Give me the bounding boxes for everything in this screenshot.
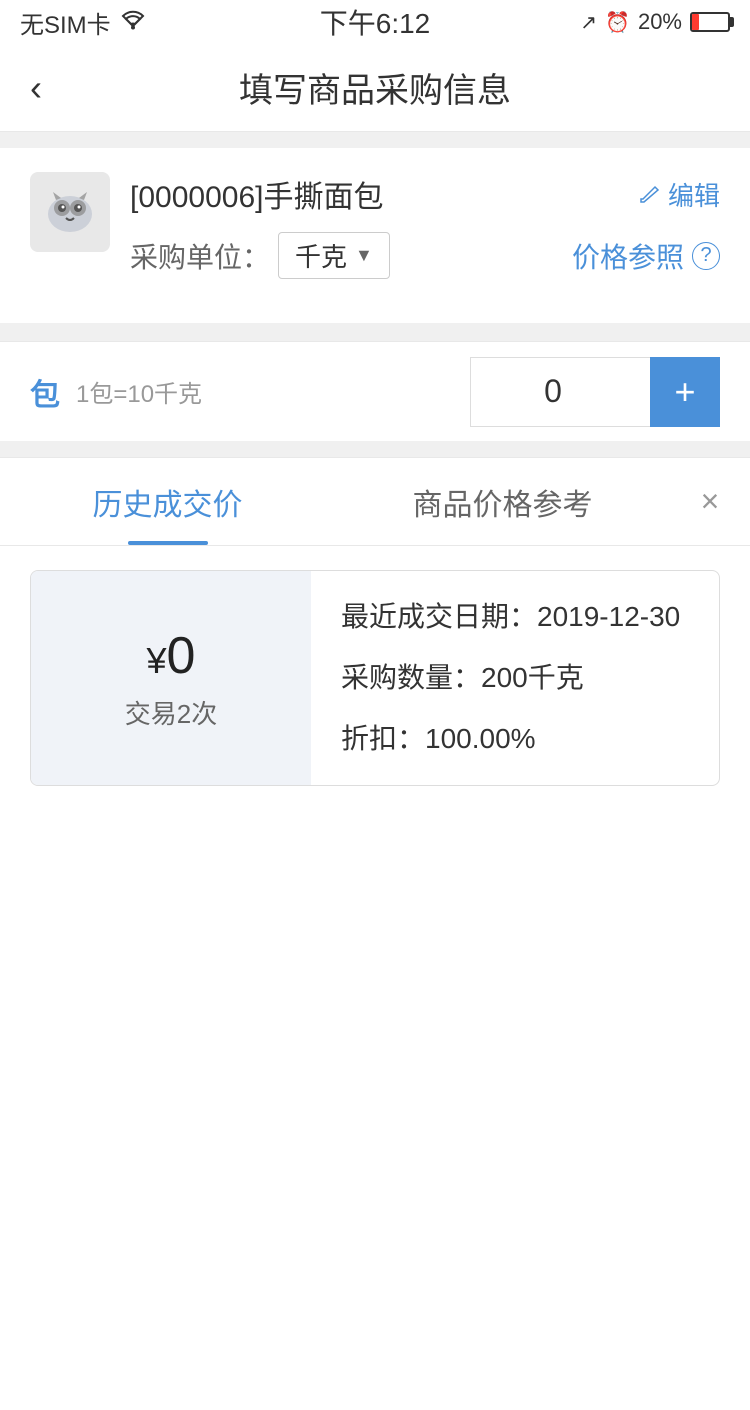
quantity-section: 包 1包=10千克 + — [0, 341, 750, 441]
product-section: [0000006]手撕面包 编辑 采购单位： 千克 价格参照 — [0, 148, 750, 323]
price-left-panel: ¥0 交易2次 — [31, 571, 311, 785]
status-bar: 无SIM卡 下午6:12 ↗ ⏰ 20% — [0, 0, 750, 44]
quantity-input[interactable] — [470, 357, 650, 427]
price-reference-button[interactable]: 价格参照 ? — [572, 236, 720, 276]
edit-button[interactable]: 编辑 — [640, 176, 720, 213]
unit-select[interactable]: 千克 — [278, 232, 390, 279]
battery-icon — [690, 12, 730, 32]
tab-history-price[interactable]: 历史成交价 — [0, 458, 335, 545]
product-name-row: [0000006]手撕面包 编辑 — [130, 172, 720, 216]
page-title: 填写商品采购信息 — [239, 63, 511, 112]
alarm-icon: ⏰ — [605, 10, 630, 35]
price-card-container: ¥0 交易2次 最近成交日期：2019-12-30 采购数量：200千克 折扣：… — [0, 546, 750, 810]
close-panel-button[interactable]: × — [670, 458, 750, 546]
page-header: ‹ 填写商品采购信息 — [0, 44, 750, 132]
purchase-qty-row: 采购数量：200千克 — [341, 656, 689, 701]
plus-button[interactable]: + — [650, 357, 720, 427]
price-card: ¥0 交易2次 最近成交日期：2019-12-30 采购数量：200千克 折扣：… — [30, 570, 720, 786]
quantity-unit-info: 包 1包=10千克 — [30, 370, 202, 414]
unit-row: 采购单位： 千克 价格参照 ? — [130, 232, 720, 279]
tab-active-indicator — [128, 541, 208, 545]
no-sim-text: 无SIM卡 — [20, 5, 111, 40]
product-top-row: [0000006]手撕面包 编辑 采购单位： 千克 价格参照 — [30, 172, 720, 279]
status-network: 无SIM卡 — [20, 5, 147, 40]
product-logo-icon — [40, 182, 100, 242]
quantity-controls: + — [470, 357, 720, 427]
recent-date-row: 最近成交日期：2019-12-30 — [341, 595, 689, 640]
bottom-space — [0, 810, 750, 1410]
trade-count: 交易2次 — [125, 694, 217, 731]
tabs-section: 历史成交价 商品价格参考 × ¥0 交易2次 最近成交日期：2019-12-30… — [0, 457, 750, 810]
back-button[interactable]: ‹ — [30, 67, 42, 109]
product-image — [30, 172, 110, 252]
price-right-panel: 最近成交日期：2019-12-30 采购数量：200千克 折扣：100.00% — [311, 571, 719, 785]
product-info: [0000006]手撕面包 编辑 采购单位： 千克 价格参照 — [130, 172, 720, 279]
battery-percent: 20% — [638, 9, 682, 35]
status-time: 下午6:12 — [320, 2, 431, 42]
help-icon: ? — [692, 242, 720, 270]
product-name: [0000006]手撕面包 — [130, 172, 383, 216]
location-icon: ↗ — [580, 10, 597, 35]
price-amount: ¥0 — [147, 626, 196, 686]
unit-selector-group: 采购单位： 千克 — [130, 232, 390, 279]
wifi-icon — [119, 8, 147, 37]
section-divider — [0, 323, 750, 339]
tabs-header: 历史成交价 商品价格参考 × — [0, 458, 750, 546]
discount-row: 折扣：100.00% — [341, 717, 689, 762]
status-right-area: ↗ ⏰ 20% — [580, 9, 730, 35]
tab-price-reference[interactable]: 商品价格参考 — [335, 458, 670, 545]
edit-icon — [640, 183, 662, 205]
